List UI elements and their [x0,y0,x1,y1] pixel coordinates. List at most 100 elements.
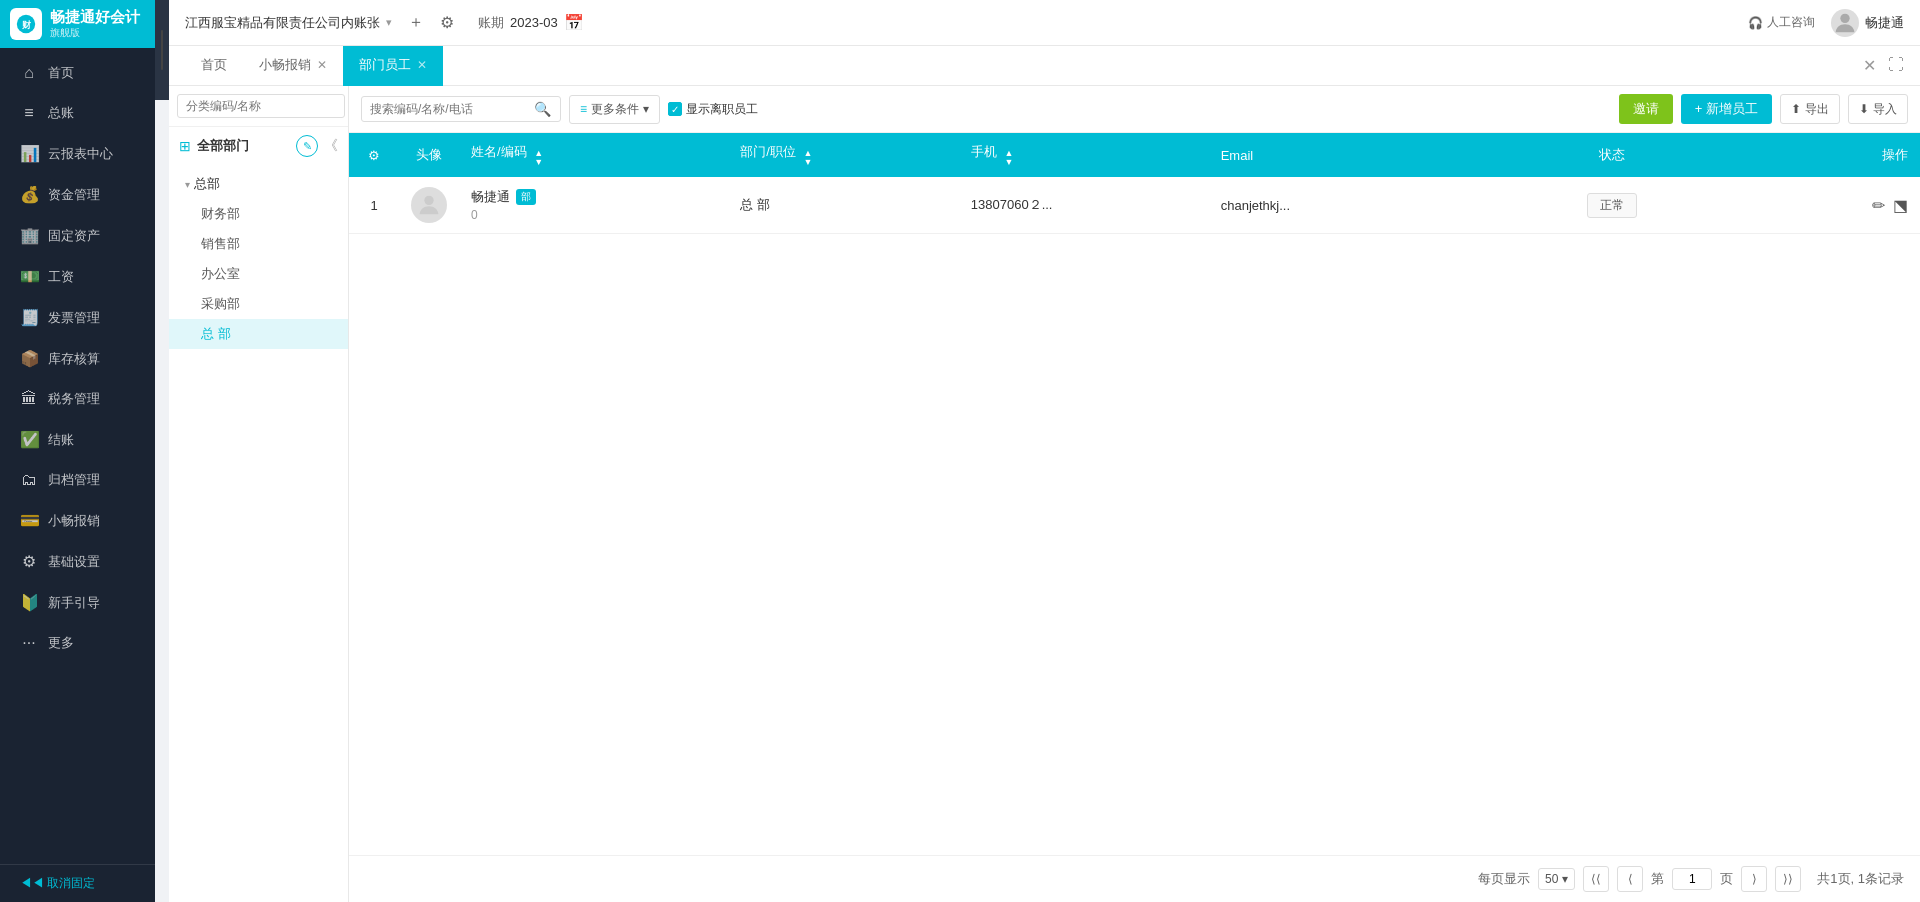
th-dept[interactable]: 部门/职位 ▲▼ [728,133,959,177]
sidebar-scroll[interactable] [155,0,169,100]
sidebar-item-fund-management[interactable]: 💰 资金管理 [0,174,155,215]
filter-button[interactable]: ≡ 更多条件 ▾ [569,95,660,124]
svg-point-3 [1840,13,1849,22]
export-icon: ⬆ [1791,102,1801,116]
sidebar-item-archive[interactable]: 🗂 归档管理 [0,460,155,500]
page-last-button[interactable]: ⟩⟩ [1775,866,1801,892]
export-button[interactable]: ⬆ 导出 [1780,94,1840,124]
tab-expand-button[interactable]: ⛶ [1888,56,1904,75]
dept-item-office[interactable]: 办公室 [169,259,348,289]
home-icon: ⌂ [20,64,38,82]
tab-dept-employee-close[interactable]: ✕ [417,58,427,72]
dept-collapse-icon[interactable]: 《 [324,137,338,155]
page-next-button[interactable]: ⟩ [1741,866,1767,892]
sidebar-item-xiaochang-expense[interactable]: 💳 小畅报销 [0,500,155,541]
svg-rect-2 [161,30,163,70]
cancel-pin-label: ◀◀ 取消固定 [20,875,95,892]
row-num: 1 [349,177,399,234]
new-employee-button[interactable]: + 新增员工 [1681,94,1772,124]
invite-button[interactable]: 邀请 [1619,94,1673,124]
topbar-settings-icon[interactable]: ⚙ [440,13,454,32]
per-page-select[interactable]: 50 ▾ [1538,868,1575,890]
filter-icon: ≡ [580,102,587,116]
dept-item-procurement[interactable]: 采购部 [169,289,348,319]
employee-search-input[interactable] [370,102,530,116]
add-account-button[interactable]: ＋ [408,12,424,33]
sidebar-item-basic-settings[interactable]: ⚙ 基础设置 [0,541,155,582]
tab-xiaochang[interactable]: 小畅报销 ✕ [243,46,343,86]
show-resigned-toggle[interactable]: ✓ 显示离职员工 [668,101,758,118]
page-first-button[interactable]: ⟨⟨ [1583,866,1609,892]
sidebar-item-settlement[interactable]: ✅ 结账 [0,419,155,460]
import-label: 导入 [1873,101,1897,118]
tab-dept-employee[interactable]: 部门员工 ✕ [343,46,443,86]
cancel-pin-button[interactable]: ◀◀ 取消固定 [0,864,155,902]
dept-search-row: 🔍 [169,86,348,127]
calendar-icon[interactable]: 📅 [564,13,584,32]
tab-close-window-button[interactable]: ✕ [1863,56,1876,75]
per-page-label: 每页显示 [1478,870,1530,888]
dept-item-finance[interactable]: 财务部 [169,199,348,229]
import-icon: ⬇ [1859,102,1869,116]
user-menu[interactable]: 畅捷通 [1831,9,1904,37]
sidebar-item-label: 固定资产 [48,227,100,245]
employee-table-wrap: ⚙ 头像 姓名/编码 ▲▼ 部门/职位 ▲▼ 手机 [349,133,1920,855]
page-label-pre: 第 [1651,870,1664,888]
sidebar-item-inventory[interactable]: 📦 库存核算 [0,338,155,379]
dept-group-label: 总部 [194,175,220,193]
period-selector: 账期 2023-03 📅 [478,13,584,32]
sidebar-logo[interactable]: 财 畅捷通好会计 旗舰版 [0,0,155,48]
dept-item-sales[interactable]: 销售部 [169,229,348,259]
th-settings[interactable]: ⚙ [349,133,399,177]
sidebar-item-label: 库存核算 [48,350,100,368]
all-departments-header[interactable]: ⊞ 全部部门 ✎ 《 [169,127,348,165]
th-avatar: 头像 [399,133,459,177]
sidebar-item-report-center[interactable]: 📊 云报表中心 [0,133,155,174]
page-total: 共1页, 1条记录 [1817,870,1904,888]
filter-chevron-icon: ▾ [643,102,649,116]
department-tree: ▾ 总部 财务部 销售部 办公室 采购部 [169,165,348,902]
table-header: ⚙ 头像 姓名/编码 ▲▼ 部门/职位 ▲▼ 手机 [349,133,1920,177]
sidebar-item-newbie-guide[interactable]: 🔰 新手引导 [0,582,155,623]
page-prev-button[interactable]: ⟨ [1617,866,1643,892]
sidebar-item-salary[interactable]: 💵 工资 [0,256,155,297]
th-name[interactable]: 姓名/编码 ▲▼ [459,133,728,177]
sidebar-item-fixed-assets[interactable]: 🏢 固定资产 [0,215,155,256]
dept-group-header-general[interactable]: ▾ 总部 [169,169,348,199]
company-selector[interactable]: 江西服宝精品有限责任公司内账张 ▾ [185,14,392,32]
th-phone[interactable]: 手机 ▲▼ [959,133,1209,177]
dept-search-input[interactable] [177,94,345,118]
tax-icon: 🏛 [20,390,38,408]
employee-search-wrap: 🔍 [361,96,561,122]
sidebar-item-label: 税务管理 [48,390,100,408]
tab-home[interactable]: 首页 [185,46,243,86]
salary-icon: 💵 [20,267,38,286]
archive-icon: 🗂 [20,471,38,489]
tab-xiaochang-label: 小畅报销 [259,56,311,74]
employee-search-icon[interactable]: 🔍 [534,101,551,117]
sidebar-item-tax[interactable]: 🏛 税务管理 [0,379,155,419]
logout-button[interactable]: ⬔ [1893,196,1908,215]
sidebar-item-invoice[interactable]: 🧾 发票管理 [0,297,155,338]
avatar [1831,9,1859,37]
sidebar-item-label: 基础设置 [48,553,100,571]
sidebar-item-home[interactable]: ⌂ 首页 [0,53,155,93]
period-value[interactable]: 2023-03 [510,15,558,30]
consult-button[interactable]: 🎧 人工咨询 [1748,14,1815,31]
settings-icon: ⚙ [20,552,38,571]
tab-xiaochang-close[interactable]: ✕ [317,58,327,72]
tabs-actions: ✕ ⛶ [1863,56,1904,75]
invoice-icon: 🧾 [20,308,38,327]
sidebar-item-general-ledger[interactable]: ≡ 总账 [0,93,155,133]
dept-edit-button[interactable]: ✎ [296,135,318,157]
show-resigned-checkbox[interactable]: ✓ [668,102,682,116]
sidebar-item-label: 新手引导 [48,594,100,612]
sidebar-item-label: 小畅报销 [48,512,100,530]
dept-group-general: ▾ 总部 财务部 销售部 办公室 采购部 [169,169,348,349]
dept-item-general-hq[interactable]: 总 部 [169,319,348,349]
sidebar-item-label: 发票管理 [48,309,100,327]
page-number-input[interactable] [1672,868,1712,890]
import-button[interactable]: ⬇ 导入 [1848,94,1908,124]
sidebar-item-more[interactable]: ··· 更多 [0,623,155,663]
edit-button[interactable]: ✏ [1872,196,1885,215]
